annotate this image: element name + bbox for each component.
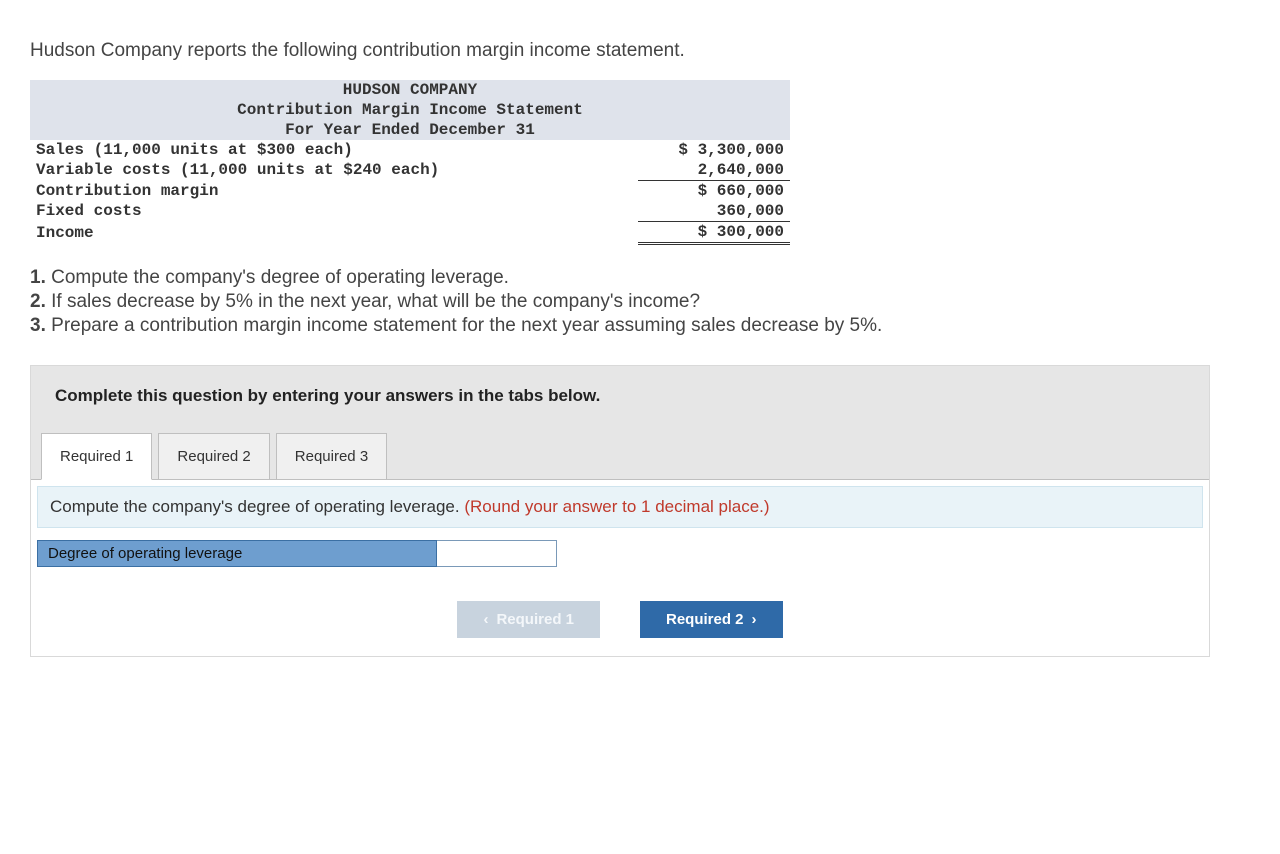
answer-panel: Complete this question by entering your …: [30, 365, 1210, 657]
question-item: 3. Prepare a contribution margin income …: [30, 315, 1250, 337]
nav-row: ‹ Required 1 Required 2 ›: [31, 591, 1209, 656]
next-label: Required 2: [666, 611, 744, 628]
row-value: 2,640,000: [638, 160, 790, 181]
income-statement-table: HUDSON COMPANY Contribution Margin Incom…: [30, 80, 790, 245]
chevron-left-icon: ‹: [483, 611, 488, 628]
row-label: Sales (11,000 units at $300 each): [30, 140, 638, 160]
tab-required-2[interactable]: Required 2: [158, 433, 269, 480]
question-item: 2. If sales decrease by 5% in the next y…: [30, 291, 1250, 313]
prompt-hint: (Round your answer to 1 decimal place.): [464, 497, 769, 516]
instruction-text: Complete this question by entering your …: [31, 366, 1209, 432]
row-label: Income: [30, 222, 638, 244]
prev-label: Required 1: [496, 611, 574, 628]
row-label: Variable costs (11,000 units at $240 eac…: [30, 160, 638, 181]
row-value: 360,000: [638, 201, 790, 222]
entry-row: Degree of operating leverage: [37, 540, 1203, 567]
question-list: 1. Compute the company's degree of opera…: [30, 267, 1250, 337]
row-label: Contribution margin: [30, 181, 638, 202]
row-label: Fixed costs: [30, 201, 638, 222]
tab-content: Compute the company's degree of operatin…: [31, 479, 1209, 656]
row-value: $ 300,000: [638, 222, 790, 244]
tab-row: Required 1 Required 2 Required 3: [31, 432, 1209, 479]
chevron-right-icon: ›: [752, 611, 757, 628]
row-value: $ 660,000: [638, 181, 790, 202]
prompt-main: Compute the company's degree of operatin…: [50, 497, 464, 516]
question-item: 1. Compute the company's degree of opera…: [30, 267, 1250, 289]
tab-required-1[interactable]: Required 1: [41, 433, 152, 480]
prev-button: ‹ Required 1: [457, 601, 600, 638]
statement-header-title: Contribution Margin Income Statement: [30, 100, 790, 120]
degree-of-operating-leverage-input[interactable]: [437, 540, 557, 567]
tab-required-3[interactable]: Required 3: [276, 433, 387, 480]
intro-text: Hudson Company reports the following con…: [30, 40, 1250, 62]
next-button[interactable]: Required 2 ›: [640, 601, 783, 638]
prompt-bar: Compute the company's degree of operatin…: [37, 486, 1203, 528]
statement-header-period: For Year Ended December 31: [30, 120, 790, 140]
statement-header-company: HUDSON COMPANY: [30, 80, 790, 100]
row-value: $ 3,300,000: [638, 140, 790, 160]
entry-label: Degree of operating leverage: [37, 540, 437, 567]
